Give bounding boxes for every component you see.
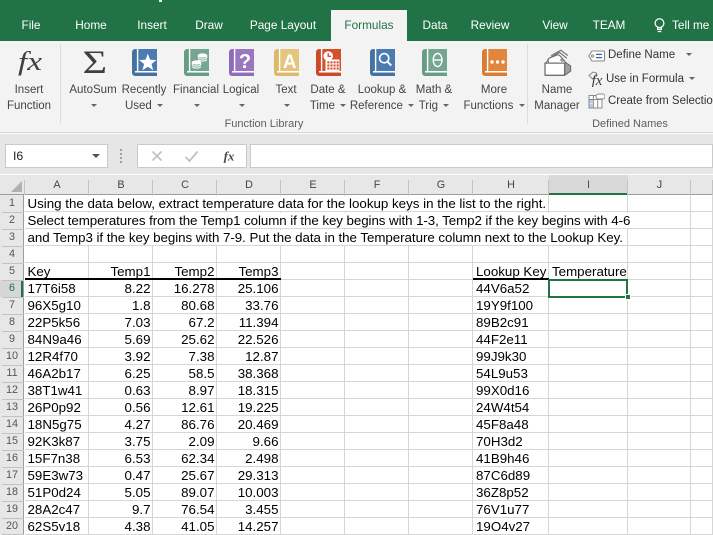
svg-text:fx: fx [592, 73, 603, 87]
svg-text:Σ: Σ [82, 46, 107, 78]
svg-text:fx: fx [18, 47, 43, 76]
svg-text:?: ? [239, 51, 251, 73]
svg-text:A: A [283, 52, 297, 73]
svg-text:fx: fx [224, 149, 235, 164]
